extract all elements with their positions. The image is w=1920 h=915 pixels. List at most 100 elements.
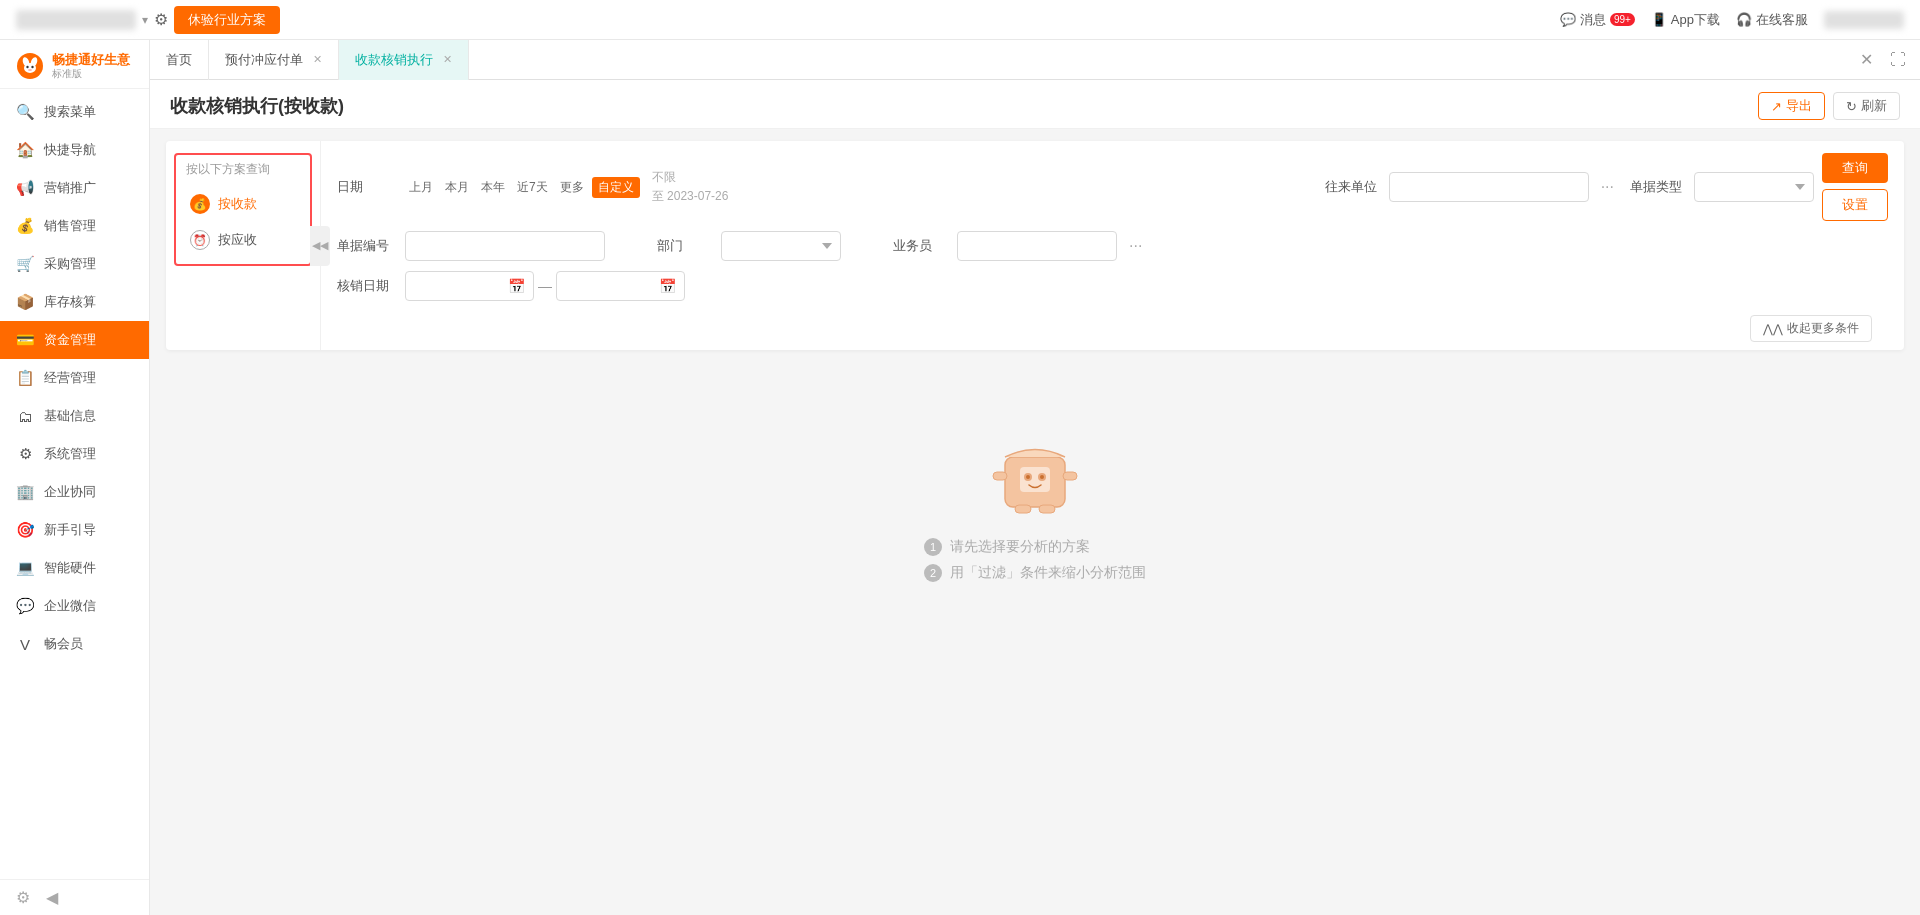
date-tab-custom[interactable]: 自定义 [592,177,640,198]
calendar-start-icon[interactable]: 📅 [508,278,525,294]
guide-icon: 🎯 [16,521,34,539]
side-buttons: 查询 设置 [1822,153,1888,221]
sidebar-item-enterprise[interactable]: 🏢 企业协同 [0,473,149,511]
filter-option-by-collection[interactable]: 💰 按收款 [180,186,306,222]
verify-date-label: 核销日期 [337,277,393,295]
sidebar-item-capital[interactable]: 💳 资金管理 [0,321,149,359]
export-icon: ↗ [1771,99,1782,114]
sidebar-item-marketing[interactable]: 📢 营销推广 [0,169,149,207]
empty-state-illustration [985,422,1085,522]
online-service-btn[interactable]: 🎧 在线客服 [1736,11,1808,29]
inventory-icon: 📦 [16,293,34,311]
department-field: 部门 [657,231,841,261]
empty-state: 1 请先选择要分析的方案 2 用「过滤」条件来缩小分析范围 [150,362,1920,622]
sidebar-item-search[interactable]: 🔍 搜索菜单 [0,93,149,131]
setting-btn[interactable]: 设置 [1822,189,1888,221]
gear-icon[interactable]: ⚙ [154,10,168,29]
tab-expand-icon[interactable]: ⛶ [1884,46,1912,74]
date-tab-this-year[interactable]: 本年 [477,177,509,198]
date-tabs: 上月 本月 本年 近7天 更多 自定义 [405,177,640,198]
sidebar-item-guide[interactable]: 🎯 新手引导 [0,511,149,549]
empty-tip-1: 1 请先选择要分析的方案 [924,538,1146,556]
messages-btn[interactable]: 💬 消息 99+ [1560,11,1635,29]
date-range-separator: — [538,278,552,294]
salesperson-dots[interactable]: ··· [1125,237,1146,255]
top-bar-right: 💬 消息 99+ 📱 App下载 🎧 在线客服 [1560,11,1904,29]
refresh-btn[interactable]: ↻ 刷新 [1833,92,1900,120]
query-btn[interactable]: 查询 [1822,153,1888,183]
top-bar: ▾ ⚙ 休验行业方案 💬 消息 99+ 📱 App下载 🎧 在线客服 [0,0,1920,40]
sidebar-item-hardware[interactable]: 💻 智能硬件 [0,549,149,587]
chevron-down-icon[interactable]: ▾ [142,13,148,27]
verify-date-end-field[interactable]: 2023-07-21 📅 [556,271,685,301]
svg-rect-15 [1015,505,1031,513]
svg-point-3 [24,63,36,73]
counterparty-field: 往来单位 ··· [1325,172,1618,202]
counterparty-dots[interactable]: ··· [1597,178,1618,196]
sidebar-item-purchase[interactable]: 🛒 采购管理 [0,245,149,283]
calendar-end-icon[interactable]: 📅 [659,278,676,294]
refresh-icon: ↻ [1846,99,1857,114]
date-tab-this-month[interactable]: 本月 [441,177,473,198]
message-icon: 💬 [1560,12,1576,27]
department-select[interactable] [721,231,841,261]
tip-num-2: 2 [924,564,942,582]
counterparty-input[interactable] [1389,172,1589,202]
tab-close-all-icon[interactable]: ✕ [1852,46,1880,74]
tab-close-collection[interactable]: ✕ [443,53,452,66]
sidebar-item-vip[interactable]: V 畅会员 [0,625,149,663]
export-btn[interactable]: ↗ 导出 [1758,92,1825,120]
svg-rect-13 [993,472,1007,480]
filter-form: 日期 上月 本月 本年 近7天 更多 自定义 不限 至 2023-07-26 [321,141,1904,350]
counterparty-label: 往来单位 [1325,178,1381,196]
sidebar-item-basic[interactable]: 🗂 基础信息 [0,397,149,435]
filter-left-panel: 按以下方案查询 💰 按收款 ⏰ 按应收 ◀◀ [166,141,321,350]
chevron-up-icon: ⋀⋀ [1763,322,1783,336]
date-tab-more[interactable]: 更多 [556,177,588,198]
sidebar-item-system[interactable]: ⚙ 系统管理 [0,435,149,473]
salesperson-field: 业务员 ··· [893,231,1146,261]
salesperson-label: 业务员 [893,237,949,255]
page-content: 收款核销执行(按收款) ↗ 导出 ↻ 刷新 按以下方案 [150,80,1920,915]
tab-bar: 首页 预付冲应付单 ✕ 收款核销执行 ✕ ✕ ⛶ [150,40,1920,80]
headset-icon: 🎧 [1736,12,1752,27]
date-no-limit-area: 不限 至 2023-07-26 [652,169,729,205]
sidebar-item-operations[interactable]: 📋 经营管理 [0,359,149,397]
verify-date-start-input[interactable]: 2023-03-01 [414,279,504,294]
settings-icon[interactable]: ⚙ [16,888,30,907]
app-download-btn[interactable]: 📱 App下载 [1651,11,1720,29]
page-header-actions: ↗ 导出 ↻ 刷新 [1758,92,1900,120]
filter-row-3: 核销日期 2023-03-01 📅 — 2023-07-21 📅 [337,271,1888,301]
doc-number-input[interactable] [405,231,605,261]
collapse-more-btn[interactable]: ⋀⋀ 收起更多条件 [1750,315,1872,342]
sidebar-item-quicknav[interactable]: 🏠 快捷导航 [0,131,149,169]
tab-close-prepay[interactable]: ✕ [313,53,322,66]
doc-type-select[interactable] [1694,172,1814,202]
verify-date-start-field[interactable]: 2023-03-01 📅 [405,271,534,301]
svg-rect-16 [1039,505,1055,513]
tab-home[interactable]: 首页 [150,40,209,80]
sidebar-item-inventory[interactable]: 📦 库存核算 [0,283,149,321]
industry-btn[interactable]: 休验行业方案 [174,6,280,34]
vip-icon: V [16,636,34,653]
filter-row-1: 日期 上月 本月 本年 近7天 更多 自定义 不限 至 2023-07-26 [337,153,1888,221]
tip-num-1: 1 [924,538,942,556]
sidebar-item-sales[interactable]: 💰 销售管理 [0,207,149,245]
collapse-filter-left-btn[interactable]: ◀◀ [310,226,330,266]
collapse-sidebar-icon[interactable]: ◀ [46,888,58,907]
salesperson-input[interactable] [957,231,1117,261]
sidebar-item-wecom[interactable]: 💬 企业微信 [0,587,149,625]
tab-prepay[interactable]: 预付冲应付单 ✕ [209,40,339,80]
date-tab-last-7days[interactable]: 近7天 [513,177,552,198]
brand-logo-icon [16,52,44,80]
svg-point-5 [31,66,33,68]
verify-date-end-input[interactable]: 2023-07-21 [565,279,655,294]
doc-type-label: 单据类型 [1630,178,1686,196]
message-badge: 99+ [1610,13,1635,26]
tab-collection[interactable]: 收款核销执行 ✕ [339,40,469,80]
home-icon: 🏠 [16,141,34,159]
enterprise-icon: 🏢 [16,483,34,501]
filter-option-by-receivable[interactable]: ⏰ 按应收 [180,222,306,258]
date-tab-last-month[interactable]: 上月 [405,177,437,198]
logo-area: ▾ ⚙ 休验行业方案 [16,6,1552,34]
